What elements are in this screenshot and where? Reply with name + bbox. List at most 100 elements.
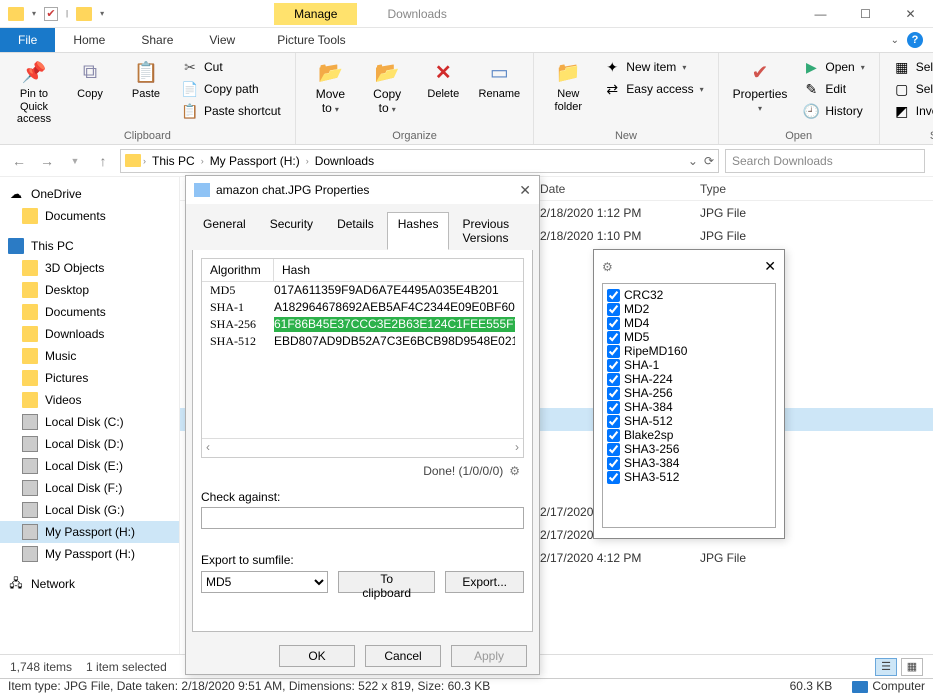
nav-item[interactable]: Desktop: [0, 279, 179, 301]
view-large-icons-button[interactable]: ▦: [901, 658, 923, 676]
view-details-button[interactable]: ☰: [875, 658, 897, 676]
open-button[interactable]: ▶Open ▾: [799, 57, 868, 77]
qat-properties[interactable]: ✔: [44, 7, 58, 21]
export-format-select[interactable]: MD5: [201, 571, 328, 593]
cut-button[interactable]: ✂Cut: [178, 57, 285, 77]
qat-newfolder[interactable]: [76, 7, 92, 21]
close-icon[interactable]: ✕: [764, 258, 776, 275]
nav-item[interactable]: Pictures: [0, 367, 179, 389]
qat-dropdown[interactable]: ▾: [32, 9, 36, 18]
hash-checkbox[interactable]: [607, 303, 620, 316]
gear-icon[interactable]: ⚙: [602, 260, 613, 274]
qat-customize[interactable]: ▾: [100, 9, 104, 18]
hash-checkbox[interactable]: [607, 429, 620, 442]
column-header-type[interactable]: Type: [700, 182, 786, 196]
hash-checkbox-item[interactable]: MD5: [607, 330, 771, 344]
nav-item[interactable]: My Passport (H:): [0, 521, 179, 543]
delete-button[interactable]: ✕Delete: [419, 57, 467, 103]
nav-item[interactable]: My Passport (H:): [0, 543, 179, 565]
nav-item[interactable]: Videos: [0, 389, 179, 411]
hash-checkbox[interactable]: [607, 289, 620, 302]
contextual-tab-manage[interactable]: Manage: [274, 3, 357, 25]
rename-button[interactable]: ▭Rename: [475, 57, 523, 103]
ok-button[interactable]: OK: [279, 645, 355, 667]
apply-button[interactable]: Apply: [451, 645, 527, 667]
hash-col-hash[interactable]: Hash: [274, 259, 318, 281]
hash-checkbox-item[interactable]: RipeMD160: [607, 344, 771, 358]
nav-up-button[interactable]: ↑: [92, 150, 114, 172]
hash-checkbox-item[interactable]: Blake2sp: [607, 428, 771, 442]
nav-item[interactable]: Local Disk (G:): [0, 499, 179, 521]
nav-item[interactable]: Local Disk (E:): [0, 455, 179, 477]
hash-checkbox-item[interactable]: SHA3-384: [607, 456, 771, 470]
hash-row[interactable]: MD5017A611359F9AD6A7E4495A035E4B201: [202, 282, 523, 299]
hash-checkbox-item[interactable]: SHA3-256: [607, 442, 771, 456]
hash-checkbox[interactable]: [607, 387, 620, 400]
nav-forward-button[interactable]: →: [36, 150, 58, 172]
new-folder-button[interactable]: 📁New folder: [544, 57, 592, 115]
window-minimize[interactable]: —: [798, 0, 843, 28]
address-bar[interactable]: › This PC› My Passport (H:)› Downloads ⌄…: [120, 149, 719, 173]
nav-item[interactable]: Local Disk (D:): [0, 433, 179, 455]
pin-to-quick-access-button[interactable]: 📌Pin to Quick access: [10, 57, 58, 128]
hash-checkbox[interactable]: [607, 443, 620, 456]
dialog-tab[interactable]: Details: [326, 212, 385, 250]
hash-checkbox[interactable]: [607, 345, 620, 358]
paste-button[interactable]: 📋Paste: [122, 57, 170, 103]
hash-checkbox-item[interactable]: SHA-512: [607, 414, 771, 428]
invert-selection-button[interactable]: ◩Invert selection: [890, 101, 933, 121]
hash-row[interactable]: SHA-25661F86B45E37CCC3E2B63E124C1FEE555F…: [202, 316, 523, 333]
horizontal-scrollbar[interactable]: ‹›: [202, 438, 523, 454]
edit-button[interactable]: ✎Edit: [799, 79, 868, 99]
select-all-button[interactable]: ▦Select all: [890, 57, 933, 77]
ribbon-collapse-icon[interactable]: ⌄: [891, 35, 899, 46]
cancel-button[interactable]: Cancel: [365, 645, 441, 667]
easy-access-button[interactable]: ⇄Easy access ▾: [600, 79, 707, 99]
column-header-date[interactable]: Date: [540, 182, 700, 196]
check-against-input[interactable]: [201, 507, 524, 529]
hash-checkbox[interactable]: [607, 359, 620, 372]
hash-checkbox-item[interactable]: SHA-1: [607, 358, 771, 372]
tab-home[interactable]: Home: [55, 28, 123, 52]
properties-button[interactable]: ✔Properties ▾: [729, 57, 792, 116]
move-to-button[interactable]: 📂Move to ▾: [306, 57, 355, 118]
paste-shortcut-button[interactable]: 📋Paste shortcut: [178, 101, 285, 121]
new-item-button[interactable]: ✦New item ▾: [600, 57, 707, 77]
dialog-tab[interactable]: Security: [259, 212, 324, 250]
hash-checkbox[interactable]: [607, 317, 620, 330]
nav-item[interactable]: Local Disk (F:): [0, 477, 179, 499]
hash-checkbox[interactable]: [607, 457, 620, 470]
navigation-pane[interactable]: ☁OneDrive Documents This PC 3D ObjectsDe…: [0, 177, 180, 659]
hash-checkbox[interactable]: [607, 401, 620, 414]
dialog-tab[interactable]: Hashes: [387, 212, 450, 250]
to-clipboard-button[interactable]: To clipboard: [338, 571, 435, 593]
dialog-tab[interactable]: Previous Versions: [451, 212, 533, 250]
hash-col-algorithm[interactable]: Algorithm: [202, 259, 274, 281]
nav-item[interactable]: 3D Objects: [0, 257, 179, 279]
search-input[interactable]: Search Downloads: [725, 149, 925, 173]
breadcrumb[interactable]: My Passport (H:): [206, 154, 304, 168]
hash-row[interactable]: SHA-1A182964678692AEB5AF4C2344E09E0BF60D…: [202, 299, 523, 316]
hash-checkbox-item[interactable]: MD2: [607, 302, 771, 316]
hash-checkbox[interactable]: [607, 415, 620, 428]
refresh-icon[interactable]: ⟳: [704, 154, 714, 168]
nav-thispc[interactable]: This PC: [0, 235, 179, 257]
nav-onedrive[interactable]: ☁OneDrive: [0, 183, 179, 205]
window-close[interactable]: ✕: [888, 0, 933, 28]
export-button[interactable]: Export...: [445, 571, 524, 593]
tab-share[interactable]: Share: [123, 28, 191, 52]
address-dropdown-icon[interactable]: ⌄: [688, 154, 698, 168]
nav-item[interactable]: Documents: [0, 301, 179, 323]
nav-item[interactable]: Music: [0, 345, 179, 367]
copy-button[interactable]: ⧉Copy: [66, 57, 114, 103]
hash-checkbox-item[interactable]: SHA-224: [607, 372, 771, 386]
window-maximize[interactable]: ☐: [843, 0, 888, 28]
tab-view[interactable]: View: [191, 28, 253, 52]
select-none-button[interactable]: ▢Select none: [890, 79, 933, 99]
nav-documents[interactable]: Documents: [0, 205, 179, 227]
tab-file[interactable]: File: [0, 28, 55, 52]
breadcrumb[interactable]: This PC: [148, 154, 199, 168]
copy-to-button[interactable]: 📂Copy to ▾: [363, 57, 411, 118]
hash-checkbox[interactable]: [607, 471, 620, 484]
help-icon[interactable]: ?: [907, 32, 923, 48]
